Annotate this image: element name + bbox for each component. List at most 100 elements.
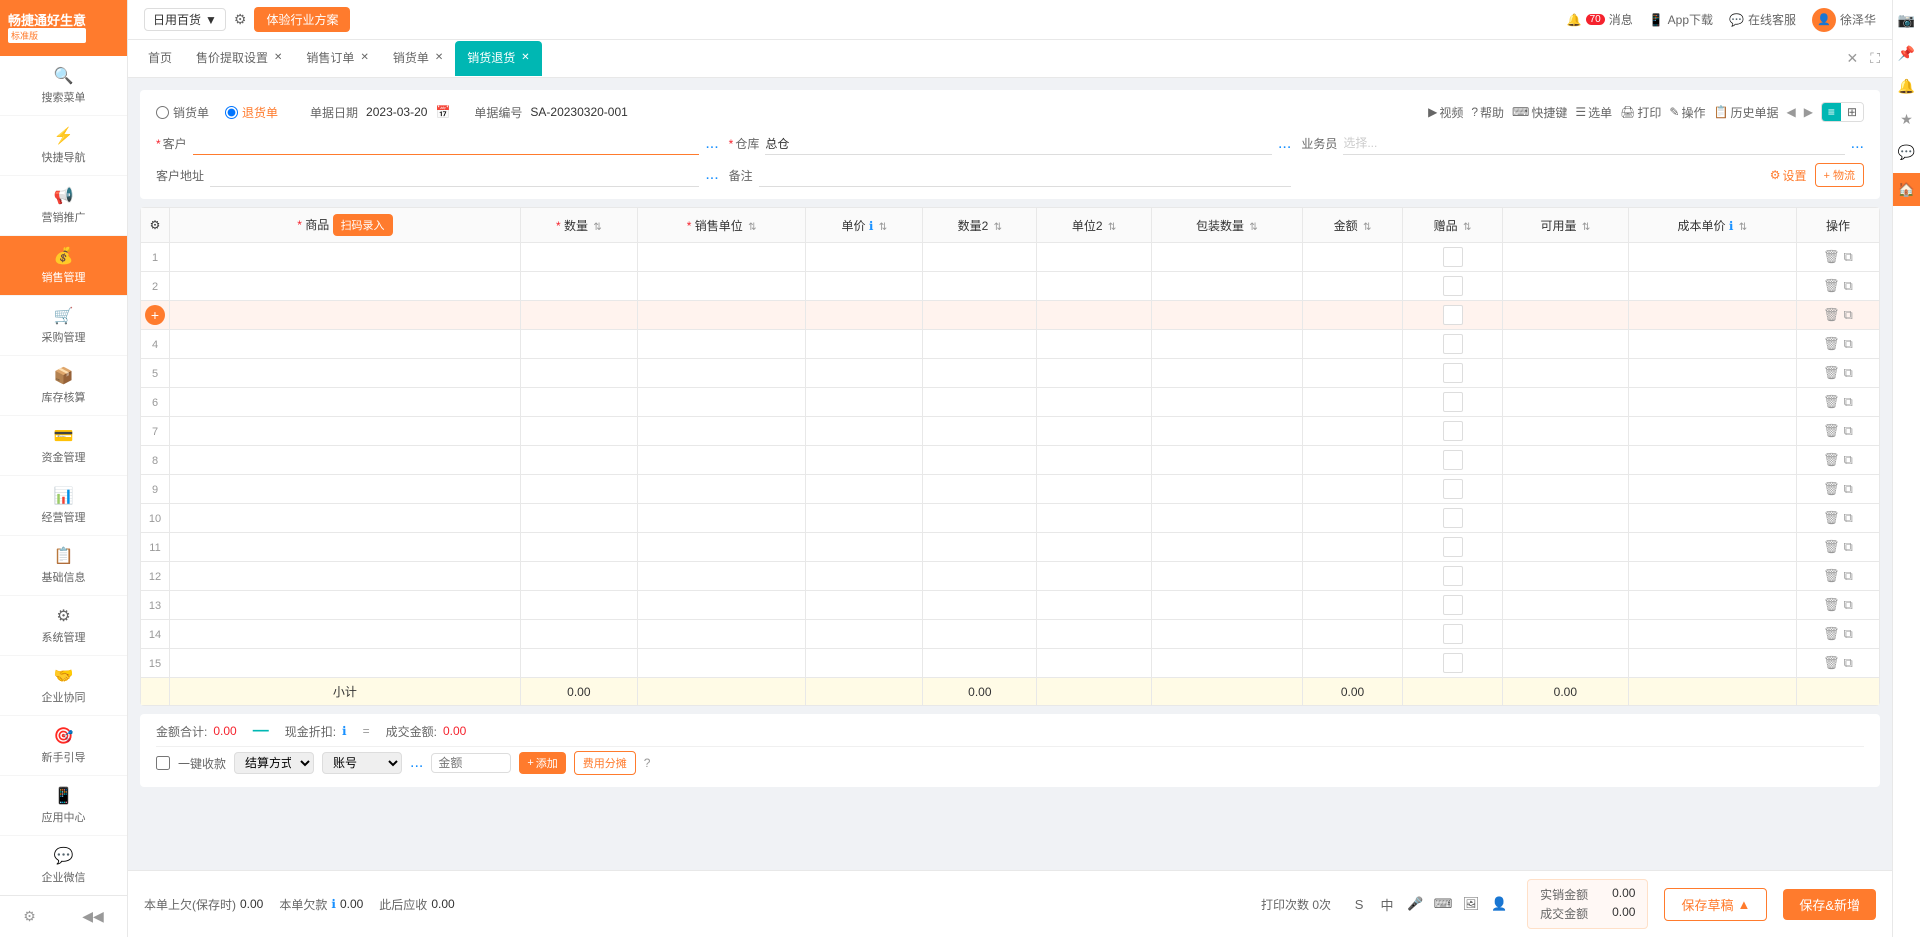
delete-row-icon[interactable]: 🗑 (1823, 568, 1840, 584)
delete-row-icon[interactable]: 🗑 (1823, 336, 1840, 352)
tool-s-icon[interactable]: S (1347, 892, 1371, 916)
gift-checkbox[interactable] (1443, 334, 1463, 354)
online-service-link[interactable]: 💬 在线客服 (1729, 11, 1796, 28)
sidebar-item-system[interactable]: ⚙ 系统管理 (0, 596, 127, 656)
customer-dots[interactable]: ... (705, 135, 718, 153)
doc-action-print[interactable]: 🖨 打印 (1620, 104, 1661, 121)
copy-row-icon[interactable]: ⧉ (1844, 539, 1853, 555)
sidebar-item-appstore[interactable]: 📱 应用中心 (0, 776, 127, 836)
salesperson-dots[interactable]: ... (1851, 135, 1864, 153)
qty-cell[interactable] (520, 301, 637, 330)
qty2-cell[interactable] (923, 243, 1037, 272)
right-panel-camera-icon[interactable]: 📷 (1894, 8, 1919, 33)
sidebar-item-shortcut[interactable]: ⚡ 快捷导航 (0, 116, 127, 176)
copy-row-icon[interactable]: ⧉ (1844, 336, 1853, 352)
sidebar-item-enterprise[interactable]: 🤝 企业协同 (0, 656, 127, 716)
tab-price-settings[interactable]: 售价提取设置 ✕ (184, 41, 294, 76)
product-cell[interactable] (170, 243, 521, 272)
delete-row-icon[interactable]: 🗑 (1823, 597, 1840, 613)
tab-sales-return[interactable]: 销货退货 ✕ (455, 41, 541, 76)
gift-checkbox[interactable] (1443, 595, 1463, 615)
tab-sales-order[interactable]: 销售订单 ✕ (294, 41, 380, 76)
cost-cell[interactable] (1628, 272, 1796, 301)
tool-mic-icon[interactable]: 🎤 (1403, 892, 1427, 916)
copy-row-icon[interactable]: ⧉ (1844, 249, 1853, 265)
qty2-sort-icon[interactable]: ⇅ (994, 222, 1002, 233)
price-info-icon[interactable]: ℹ (869, 219, 874, 233)
price-sort-icon[interactable]: ⇅ (879, 222, 887, 233)
maximize-tab-button[interactable]: ⛶ (1866, 48, 1884, 69)
tab-close-icon[interactable]: ✕ (521, 52, 529, 63)
tab-sales-delivery[interactable]: 销货单 ✕ (381, 41, 455, 76)
price-cell[interactable] (806, 301, 923, 330)
doc-action-select[interactable]: ☰ 选单 (1575, 104, 1612, 121)
gift-checkbox[interactable] (1443, 508, 1463, 528)
discount-info-icon[interactable]: ℹ (342, 724, 347, 738)
delete-row-icon[interactable]: 🗑 (1823, 626, 1840, 642)
quick-pay-checkbox[interactable] (156, 756, 170, 770)
copy-row-icon[interactable]: ⧉ (1844, 568, 1853, 584)
delete-row-icon[interactable]: 🗑 (1823, 423, 1840, 439)
delete-row-icon[interactable]: 🗑 (1823, 655, 1840, 671)
save-new-button[interactable]: 保存&新增 (1783, 889, 1876, 920)
tab-close-icon[interactable]: ✕ (435, 52, 443, 63)
cost-cell[interactable] (1628, 243, 1796, 272)
gift-cell[interactable] (1403, 301, 1503, 330)
amount-cell[interactable] (1303, 243, 1403, 272)
copy-row-icon[interactable]: ⧉ (1844, 452, 1853, 468)
sidebar-item-marketing[interactable]: 📢 营销推广 (0, 176, 127, 236)
doc-action-video[interactable]: ▶ 视频 (1428, 104, 1463, 121)
grid-view-btn[interactable]: ⊞ (1841, 103, 1863, 121)
copy-row-icon[interactable]: ⧉ (1844, 365, 1853, 381)
calendar-icon[interactable]: 📅 (435, 105, 450, 119)
gift-checkbox[interactable] (1443, 421, 1463, 441)
gift-checkbox[interactable] (1443, 566, 1463, 586)
qty2-cell[interactable] (923, 272, 1037, 301)
copy-row-icon[interactable]: ⧉ (1844, 481, 1853, 497)
this-owe-icon[interactable]: ℹ (331, 897, 336, 911)
available-cell[interactable] (1503, 243, 1629, 272)
unit2-cell[interactable] (1037, 272, 1151, 301)
sidebar-item-finance[interactable]: 💳 资金管理 (0, 416, 127, 476)
gift-checkbox[interactable] (1443, 653, 1463, 673)
pkg-cell[interactable] (1151, 301, 1302, 330)
cost-info-icon[interactable]: ℹ (1729, 219, 1734, 233)
tool-person-icon[interactable]: 👤 (1487, 892, 1511, 916)
gift-cell[interactable] (1403, 243, 1503, 272)
address-input[interactable] (210, 164, 699, 187)
sidebar-item-operations[interactable]: 📊 经营管理 (0, 476, 127, 536)
business-selector[interactable]: 日用百货 ▼ (144, 8, 226, 31)
qty-cell[interactable] (520, 243, 637, 272)
scan-button[interactable]: 扫码录入 (333, 214, 393, 236)
add-row-button[interactable]: + (145, 305, 165, 325)
pkg-sort-icon[interactable]: ⇅ (1249, 222, 1257, 233)
amount-sort-icon[interactable]: ⇅ (1363, 222, 1371, 233)
unit-cell[interactable] (637, 243, 805, 272)
sidebar-item-search[interactable]: 🔍 搜索菜单 (0, 56, 127, 116)
header-settings-icon[interactable]: ⚙ (234, 11, 247, 28)
right-panel-pin-icon[interactable]: 📌 (1894, 41, 1919, 66)
price-cell[interactable] (806, 272, 923, 301)
doc-action-history[interactable]: 📋 历史单据 (1713, 104, 1778, 121)
delete-row-icon[interactable]: 🗑 (1823, 481, 1840, 497)
gift-checkbox[interactable] (1443, 450, 1463, 470)
radio-return-input[interactable] (225, 106, 238, 119)
radio-sales-input[interactable] (156, 106, 169, 119)
amount-cell[interactable] (1303, 272, 1403, 301)
amount-input[interactable] (431, 753, 511, 773)
warehouse-input[interactable] (765, 132, 1272, 155)
sidebar-item-wechat[interactable]: 💬 企业微信 (0, 836, 127, 895)
list-view-btn[interactable]: ≡ (1822, 103, 1841, 121)
account-dots[interactable]: ... (410, 754, 423, 772)
available-cell[interactable] (1503, 301, 1629, 330)
radio-sales[interactable]: 销货单 (156, 104, 209, 121)
logistics-button[interactable]: + 物流 (1815, 163, 1864, 187)
qty-cell[interactable] (520, 272, 637, 301)
gift-checkbox[interactable] (1443, 363, 1463, 383)
qty-sort-icon[interactable]: ⇅ (593, 222, 601, 233)
user-profile[interactable]: 👤 徐泽华 (1812, 8, 1876, 32)
right-panel-chat-icon[interactable]: 💬 (1894, 140, 1919, 165)
unit-sort-icon[interactable]: ⇅ (748, 222, 756, 233)
doc-action-ops[interactable]: ✎ 操作 (1669, 104, 1705, 121)
delete-row-icon[interactable]: 🗑 (1823, 365, 1840, 381)
